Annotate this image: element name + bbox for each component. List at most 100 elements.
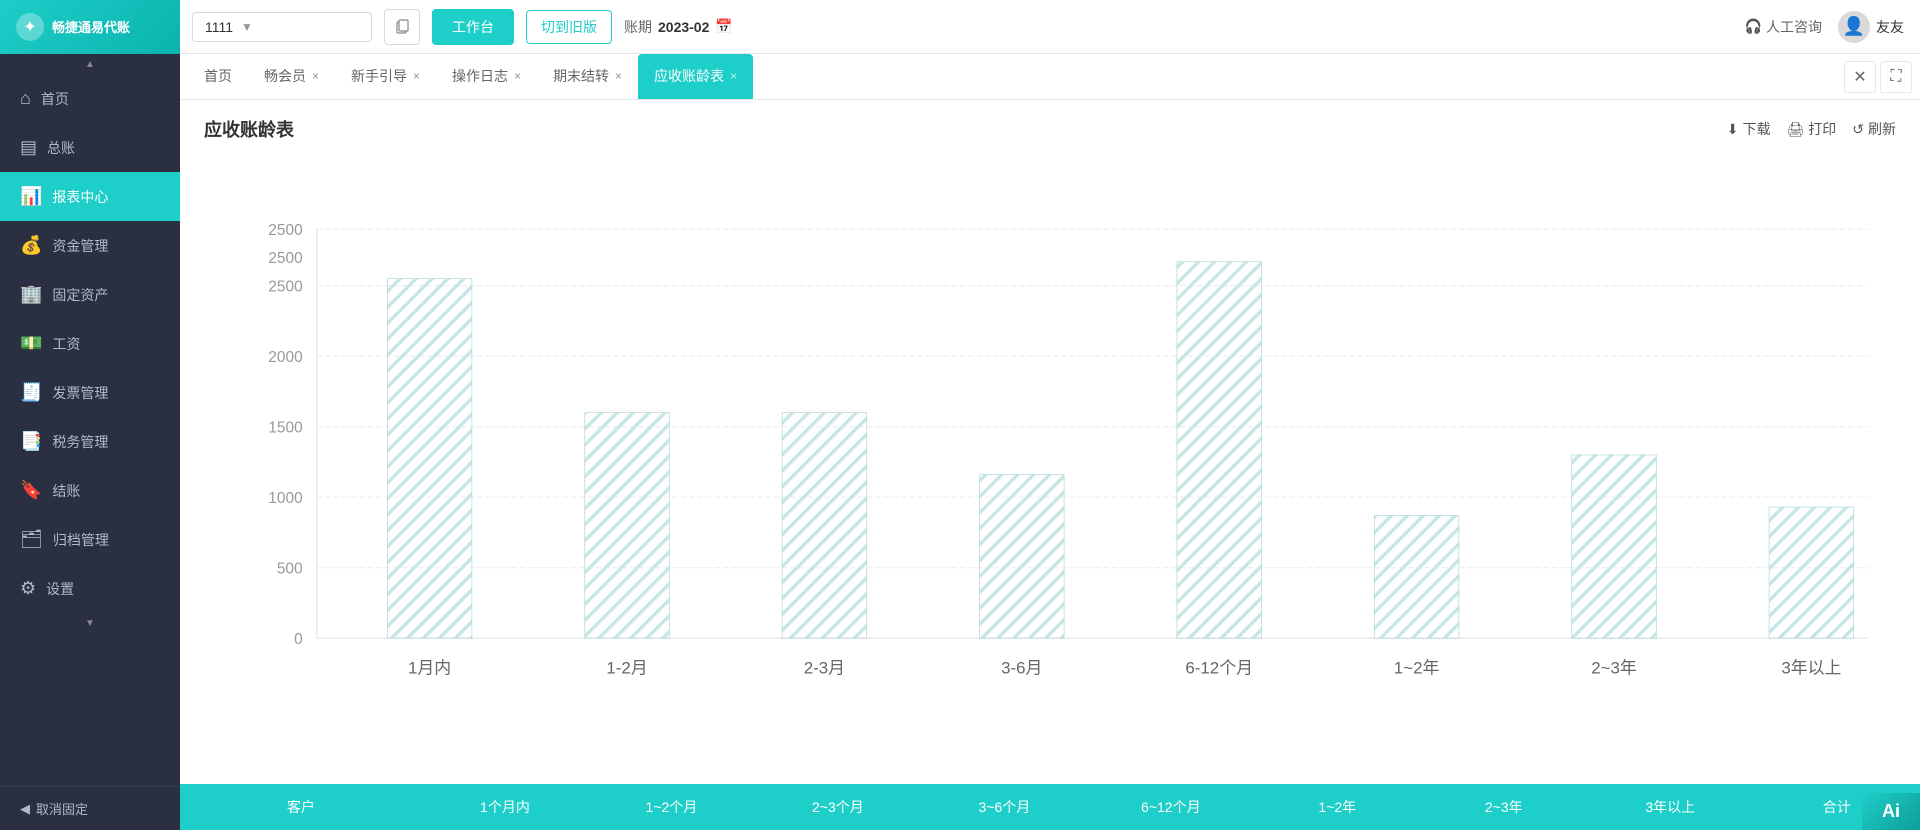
sidebar-label-ledger: 总账 [47, 138, 75, 158]
svg-text:1-2月: 1-2月 [606, 658, 647, 677]
avatar: 👤 [1838, 11, 1870, 43]
sidebar-scroll-up[interactable]: ▲ [0, 54, 180, 74]
ai-badge[interactable]: Ai [1862, 793, 1920, 830]
content-area: 首页 畅会员 × 新手引导 × 操作日志 × 期末结转 × 应收账龄表 × [180, 54, 1920, 830]
tab-period-end[interactable]: 期末结转 × [537, 54, 638, 99]
workbench-button[interactable]: 工作台 [432, 9, 514, 45]
logo-text: 畅捷通易代账 [52, 17, 130, 36]
th-1-2year: 1~2年 [1254, 797, 1420, 817]
top-header: ✦ 畅捷通易代账 1111 ▼ 工作台 切到旧版 账期 2023-02 📅 🎧 … [0, 0, 1920, 54]
tab-guide-label: 新手引导 [351, 66, 407, 86]
sidebar-item-salary[interactable]: 💵 工资 [0, 319, 180, 368]
svg-text:1~2年: 1~2年 [1394, 658, 1440, 677]
tab-oplog-label: 操作日志 [452, 66, 508, 86]
bar-3plus-year [1769, 507, 1854, 638]
print-label: 打印 [1808, 119, 1836, 139]
sidebar-cancel-pin[interactable]: ◀ 取消固定 [0, 786, 180, 830]
tab-home[interactable]: 首页 [188, 54, 248, 99]
sidebar-item-settings[interactable]: ⚙ 设置 [0, 564, 180, 613]
svg-text:3年以上: 3年以上 [1781, 658, 1841, 677]
svg-text:3-6月: 3-6月 [1001, 658, 1042, 677]
bar-6-12month [1177, 262, 1262, 638]
tab-member[interactable]: 畅会员 × [248, 54, 335, 99]
svg-text:6-12个月: 6-12个月 [1185, 658, 1253, 677]
svg-text:1500: 1500 [268, 419, 303, 436]
sidebar-item-reports[interactable]: 📊 报表中心 [0, 172, 180, 221]
salary-icon: 💵 [20, 333, 42, 354]
tab-bar: 首页 畅会员 × 新手引导 × 操作日志 × 期末结转 × 应收账龄表 × [180, 54, 1920, 100]
tab-guide-close[interactable]: × [413, 69, 420, 83]
sidebar-label-reports: 报表中心 [52, 187, 108, 207]
period-area: 账期 2023-02 📅 [624, 17, 733, 37]
consultant-button[interactable]: 🎧 人工咨询 [1745, 17, 1822, 37]
checkout-icon: 🔖 [20, 480, 42, 501]
sidebar-label-home: 首页 [41, 89, 69, 109]
tab-period-end-label: 期末结转 [553, 66, 609, 86]
sidebar-item-home[interactable]: ⌂ 首页 [0, 74, 180, 123]
sidebar-label-finance: 资金管理 [52, 236, 108, 256]
switch-version-button[interactable]: 切到旧版 [526, 10, 612, 44]
tab-guide[interactable]: 新手引导 × [335, 54, 436, 99]
reports-icon: 📊 [20, 186, 42, 207]
svg-text:1000: 1000 [268, 490, 303, 507]
print-button[interactable]: 🖨 打印 [1786, 119, 1836, 139]
headset-icon: 🎧 [1745, 18, 1762, 35]
tab-period-end-close[interactable]: × [615, 69, 622, 83]
table-header: 客户 1个月内 1~2个月 2~3个月 3~6个月 6~12个月 1~2年 2~… [180, 784, 1920, 830]
sidebar-label-salary: 工资 [52, 334, 80, 354]
sidebar-item-ledger[interactable]: ▤ 总账 [0, 123, 180, 172]
company-selector[interactable]: 1111 ▼ [192, 12, 372, 42]
sidebar-item-tax[interactable]: 📑 税务管理 [0, 417, 180, 466]
sidebar-label-invoice: 发票管理 [52, 383, 108, 403]
svg-text:2~3年: 2~3年 [1591, 658, 1637, 677]
tab-aging-close[interactable]: × [730, 69, 737, 83]
header-right: 🎧 人工咨询 👤 友友 [1745, 11, 1904, 43]
th-2-3month: 2~3个月 [755, 797, 921, 817]
sidebar-scroll-down[interactable]: ▼ [0, 613, 180, 633]
sidebar-item-archive[interactable]: 🗂 归档管理 [0, 515, 180, 564]
expand-tab-button[interactable]: ⛶ [1880, 61, 1912, 93]
copy-button[interactable] [384, 9, 420, 45]
th-customer: 客户 [180, 797, 422, 817]
download-button[interactable]: ⬇ 下载 [1727, 119, 1771, 139]
page-content: 应收账龄表 ⬇ 下载 🖨 打印 ↺ 刷新 [180, 100, 1920, 830]
username: 友友 [1876, 17, 1904, 37]
tab-member-close[interactable]: × [312, 69, 319, 83]
tab-oplog-close[interactable]: × [514, 69, 521, 83]
sidebar-label-settings: 设置 [46, 579, 74, 599]
bar-1-2year [1374, 516, 1459, 639]
sidebar-item-invoice[interactable]: 🧾 发票管理 [0, 368, 180, 417]
sidebar-item-checkout[interactable]: 🔖 结账 [0, 466, 180, 515]
sidebar-item-assets[interactable]: 🏢 固定资产 [0, 270, 180, 319]
cancel-pin-label: 取消固定 [36, 799, 88, 818]
page-header: 应收账龄表 ⬇ 下载 🖨 打印 ↺ 刷新 [180, 100, 1920, 154]
close-tab-button[interactable]: ✕ [1844, 61, 1876, 93]
svg-text:500: 500 [277, 560, 303, 577]
tab-aging[interactable]: 应收账龄表 × [638, 54, 753, 99]
period-label: 账期 [624, 17, 652, 37]
tab-home-label: 首页 [204, 66, 232, 86]
home-icon: ⌂ [20, 88, 31, 109]
tab-oplog[interactable]: 操作日志 × [436, 54, 537, 99]
ledger-icon: ▤ [20, 137, 37, 158]
archive-icon: 🗂 [20, 529, 43, 550]
tab-member-label: 畅会员 [264, 66, 306, 86]
th-3plus-year: 3年以上 [1587, 797, 1753, 817]
th-3-6month: 3~6个月 [921, 797, 1087, 817]
pin-icon: ◀ [20, 801, 30, 817]
assets-icon: 🏢 [20, 284, 42, 305]
svg-text:0: 0 [294, 631, 303, 648]
sidebar-label-archive: 归档管理 [53, 530, 109, 550]
calendar-icon[interactable]: 📅 [715, 18, 732, 35]
finance-icon: 💰 [20, 235, 42, 256]
svg-text:1月内: 1月内 [408, 658, 451, 677]
tab-aging-label: 应收账龄表 [654, 66, 724, 86]
sidebar-label-checkout: 结账 [52, 481, 80, 501]
sidebar-item-finance[interactable]: 💰 资金管理 [0, 221, 180, 270]
svg-text:2000: 2000 [268, 349, 303, 366]
bar-1month [387, 279, 472, 639]
svg-text:2-3月: 2-3月 [804, 658, 845, 677]
download-label: 下载 [1742, 119, 1770, 139]
user-area[interactable]: 👤 友友 [1838, 11, 1904, 43]
refresh-button[interactable]: ↺ 刷新 [1852, 119, 1896, 139]
